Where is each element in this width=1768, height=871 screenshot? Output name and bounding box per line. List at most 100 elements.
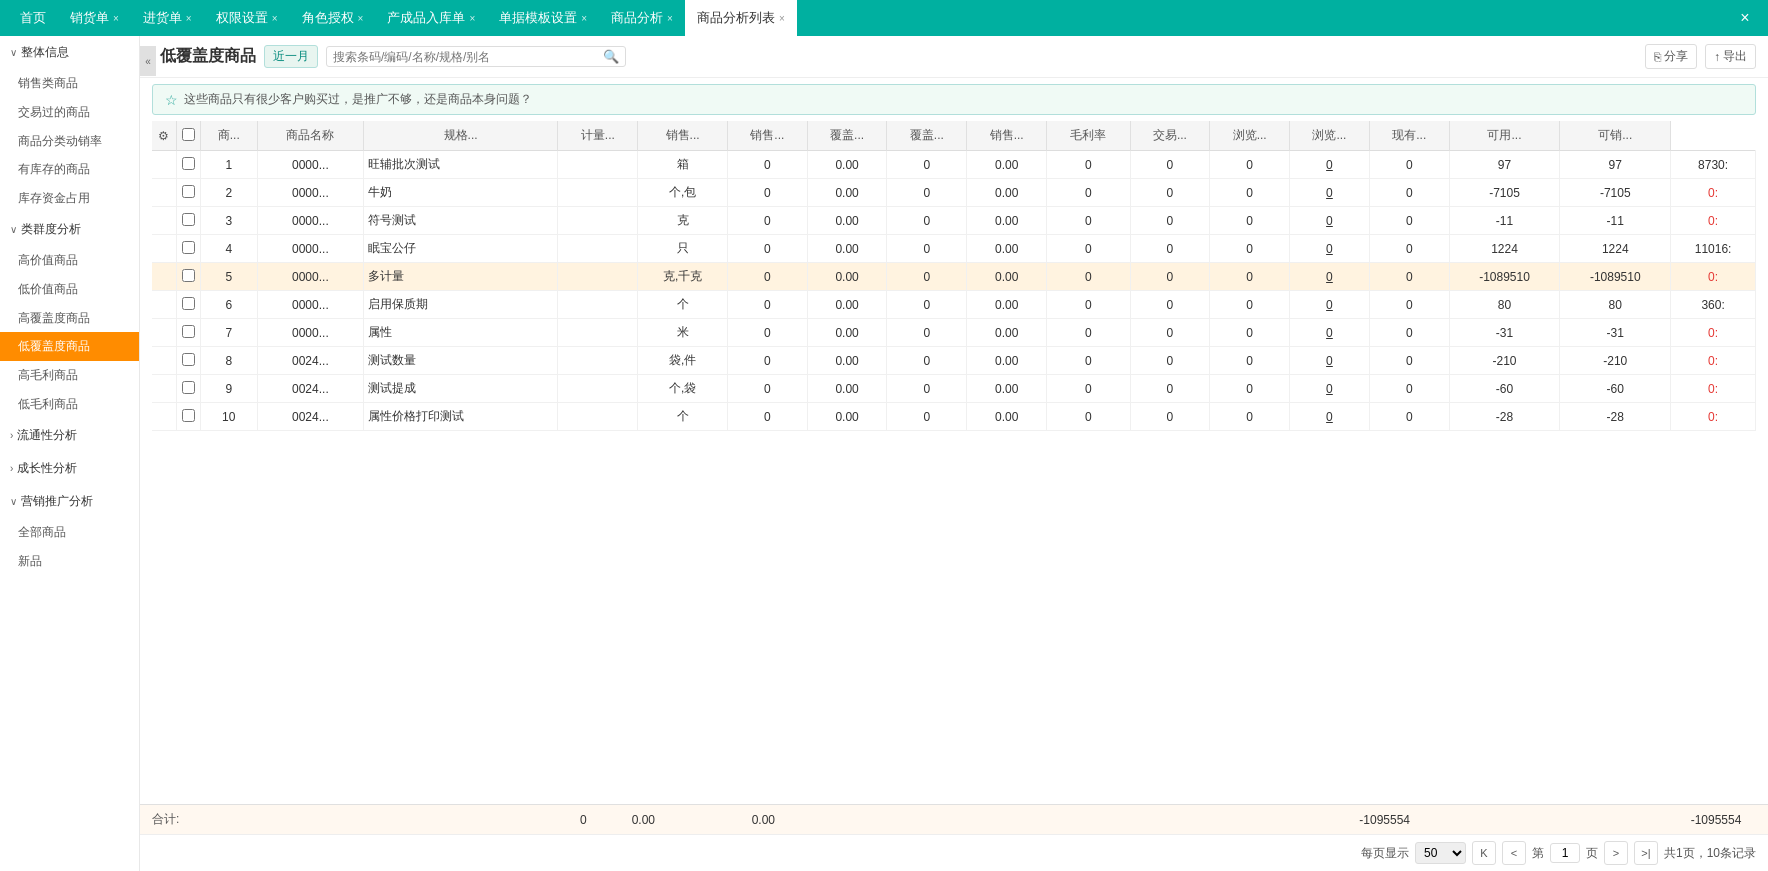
nav-roles[interactable]: 角色授权 × [290,0,376,36]
row-view1[interactable]: 0 [1290,375,1370,403]
select-all-checkbox[interactable] [182,128,195,141]
row-checkbox[interactable] [176,207,200,235]
row-view1[interactable]: 0 [1290,263,1370,291]
sidebar-item-category-turnover[interactable]: 商品分类动销率 [0,127,139,156]
sidebar-item-inventory-capital[interactable]: 库存资金占用 [0,184,139,213]
nav-purchase-order[interactable]: 进货单 × [131,0,204,36]
row-available-stock: 80 [1560,291,1671,319]
row-view1[interactable]: 0 [1290,207,1370,235]
row-view2: 0 [1369,263,1449,291]
row-checkbox[interactable] [176,319,200,347]
nav-sales-order[interactable]: 销货单 × [58,0,131,36]
row-checkbox[interactable] [176,347,200,375]
sidebar-item-traded-products[interactable]: 交易过的商品 [0,98,139,127]
close-icon[interactable]: × [358,13,364,24]
row-settings[interactable] [152,319,176,347]
sidebar-item-all-products[interactable]: 全部商品 [0,518,139,547]
row-trade: 0 [1210,403,1290,431]
row-sale-amount: 0.00 [807,375,887,403]
row-view1[interactable]: 0 [1290,403,1370,431]
window-close-button[interactable]: × [1730,3,1760,33]
sidebar-item-in-stock-products[interactable]: 有库存的商品 [0,155,139,184]
nav-product-analysis[interactable]: 商品分析 × [599,0,685,36]
row-checkbox[interactable] [176,403,200,431]
row-sale-amount: 0.00 [807,235,887,263]
page-number-input[interactable] [1550,843,1580,863]
row-checkbox[interactable] [176,179,200,207]
page-size-select[interactable]: 50 20 100 [1415,842,1466,864]
sidebar-item-high-margin[interactable]: 高毛利商品 [0,361,139,390]
row-settings[interactable] [152,179,176,207]
sidebar-item-high-value[interactable]: 高价值商品 [0,246,139,275]
th-settings[interactable]: ⚙ [152,121,176,151]
close-icon[interactable]: × [469,13,475,24]
period-button[interactable]: 近一月 [264,45,318,68]
sidebar-item-low-coverage[interactable]: 低覆盖度商品 [0,332,139,361]
row-settings[interactable] [152,207,176,235]
row-gross-rate: 0 [1130,291,1210,319]
row-view1[interactable]: 0 [1290,151,1370,179]
sidebar-section-cluster[interactable]: ∨ 类群度分析 [0,213,139,246]
sidebar-section-circulation[interactable]: › 流通性分析 [0,419,139,452]
export-icon: ↑ [1714,50,1720,64]
row-sale-count: 0 [727,291,807,319]
close-icon[interactable]: × [186,13,192,24]
row-checkbox[interactable] [176,375,200,403]
row-spec [558,235,638,263]
th-checkbox[interactable] [176,121,200,151]
th-current-stock: 现有... [1369,121,1449,151]
row-name: 测试提成 [363,375,558,403]
row-settings[interactable] [152,347,176,375]
nav-home[interactable]: 首页 [8,0,58,36]
close-icon[interactable]: × [779,13,785,24]
close-icon[interactable]: × [581,13,587,24]
row-trade: 0 [1210,151,1290,179]
sidebar-item-low-margin[interactable]: 低毛利商品 [0,390,139,419]
row-name: 多计量 [363,263,558,291]
row-view1[interactable]: 0 [1290,347,1370,375]
sidebar-item-low-value[interactable]: 低价值商品 [0,275,139,304]
last-page-button[interactable]: >| [1634,841,1658,865]
close-icon[interactable]: × [272,13,278,24]
row-unit: 袋,件 [638,347,728,375]
export-button[interactable]: ↑ 导出 [1705,44,1756,69]
row-sale-amount: 0.00 [807,403,887,431]
row-settings[interactable] [152,291,176,319]
sidebar-section-marketing[interactable]: ∨ 营销推广分析 [0,485,139,518]
sidebar-collapse-button[interactable]: « [140,46,156,76]
row-checkbox[interactable] [176,291,200,319]
sidebar-item-high-coverage[interactable]: 高覆盖度商品 [0,304,139,333]
next-page-button[interactable]: > [1604,841,1628,865]
sidebar-item-new-products[interactable]: 新品 [0,547,139,576]
row-settings[interactable] [152,403,176,431]
row-gross-rate: 0 [1130,319,1210,347]
row-view1[interactable]: 0 [1290,291,1370,319]
sidebar-section-growth[interactable]: › 成长性分析 [0,452,139,485]
sidebar-section-overall[interactable]: ∨ 整体信息 [0,36,139,69]
row-unit: 米 [638,319,728,347]
close-icon[interactable]: × [667,13,673,24]
row-view1[interactable]: 0 [1290,319,1370,347]
row-settings[interactable] [152,151,176,179]
row-view1[interactable]: 0 [1290,235,1370,263]
nav-permissions[interactable]: 权限设置 × [204,0,290,36]
search-input[interactable] [333,50,603,64]
row-settings[interactable] [152,263,176,291]
page-unit: 页 [1586,845,1598,862]
first-page-button[interactable]: K [1472,841,1496,865]
nav-product-analysis-list[interactable]: 商品分析列表 × [685,0,797,36]
row-view1[interactable]: 0 [1290,179,1370,207]
row-checkbox[interactable] [176,263,200,291]
prev-page-button[interactable]: < [1502,841,1526,865]
row-settings[interactable] [152,375,176,403]
row-checkbox[interactable] [176,235,200,263]
nav-template-settings[interactable]: 单据模板设置 × [487,0,599,36]
close-icon[interactable]: × [113,13,119,24]
row-settings[interactable] [152,235,176,263]
row-available-stock: -31 [1560,319,1671,347]
row-checkbox[interactable] [176,151,200,179]
table-row: 10 0024... 属性价格打印测试 个 0 0.00 0 0.00 0 0 … [152,403,1756,431]
sidebar-item-sales-products[interactable]: 销售类商品 [0,69,139,98]
nav-finished-goods[interactable]: 产成品入库单 × [375,0,487,36]
share-button[interactable]: ⎘ 分享 [1645,44,1697,69]
